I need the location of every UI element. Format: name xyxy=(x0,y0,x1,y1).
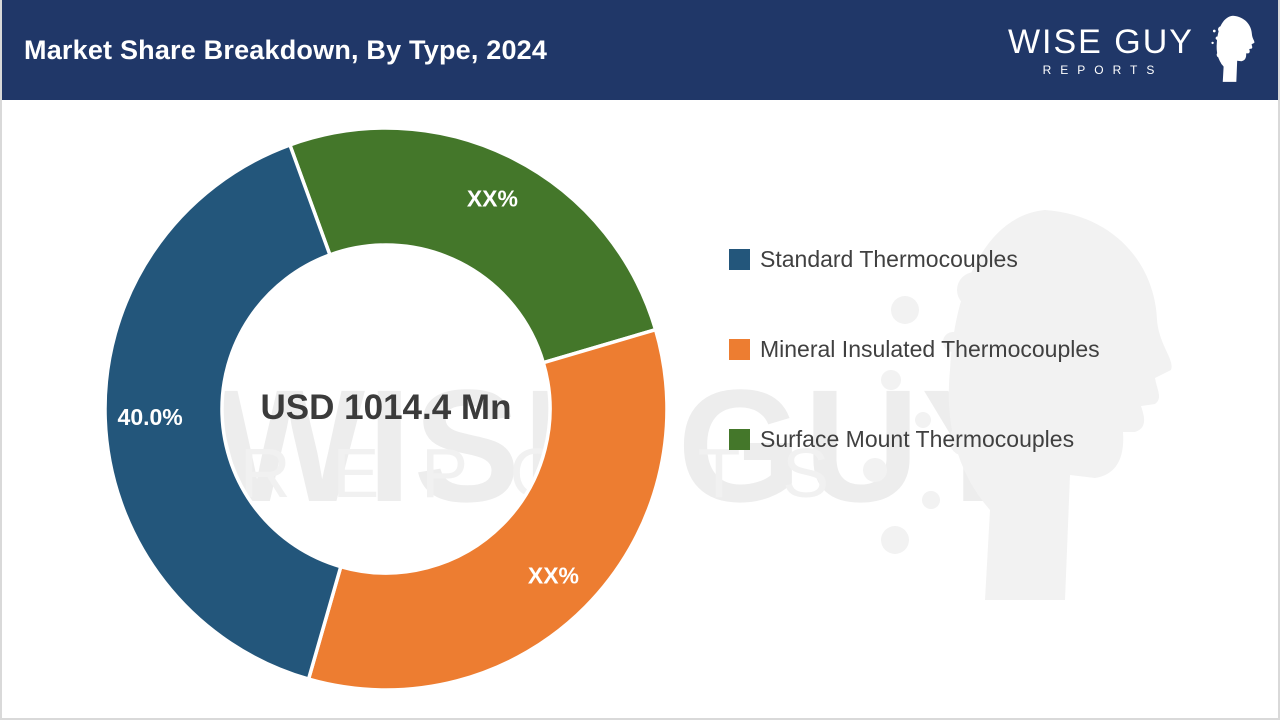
legend-label-surface-mount: Surface Mount Thermocouples xyxy=(760,425,1075,452)
chart-legend: Standard Thermocouples Mineral Insulated… xyxy=(729,245,1100,518)
legend-swatch-standard xyxy=(729,248,750,270)
brand-logo: WISE GUY REPORTS xyxy=(1008,9,1258,92)
legend-item-surface-mount: Surface Mount Thermocouples xyxy=(729,425,1100,452)
brand-logo-text: WISE GUY REPORTS xyxy=(1008,25,1194,76)
legend-item-mineral-insulated: Mineral Insulated Thermocouples xyxy=(729,335,1100,362)
legend-label-mineral-insulated: Mineral Insulated Thermocouples xyxy=(760,335,1100,362)
infographic-frame: Market Share Breakdown, By Type, 2024 WI… xyxy=(0,0,1280,720)
slice-label-0: 40.0% xyxy=(118,404,183,430)
chart-area: WISE GUY REPORTS XX%XX%40.0% xyxy=(2,100,1278,718)
legend-label-standard: Standard Thermocouples xyxy=(760,245,1018,272)
wiseguy-face-icon xyxy=(1196,9,1258,92)
donut-segment-1 xyxy=(306,327,669,692)
legend-swatch-surface-mount xyxy=(729,428,750,450)
slice-label-2: XX% xyxy=(467,185,518,211)
page-title: Market Share Breakdown, By Type, 2024 xyxy=(24,34,548,65)
slice-label-1: XX% xyxy=(528,562,579,588)
header-bar: Market Share Breakdown, By Type, 2024 WI… xyxy=(2,0,1278,100)
donut-segment-2 xyxy=(288,126,658,365)
legend-item-standard: Standard Thermocouples xyxy=(729,245,1100,272)
center-value-label: USD 1014.4 Mn xyxy=(260,388,512,427)
brand-subname: REPORTS xyxy=(1042,62,1164,77)
brand-name: WISE GUY xyxy=(1007,22,1194,61)
legend-swatch-mineral-insulated xyxy=(729,338,750,360)
